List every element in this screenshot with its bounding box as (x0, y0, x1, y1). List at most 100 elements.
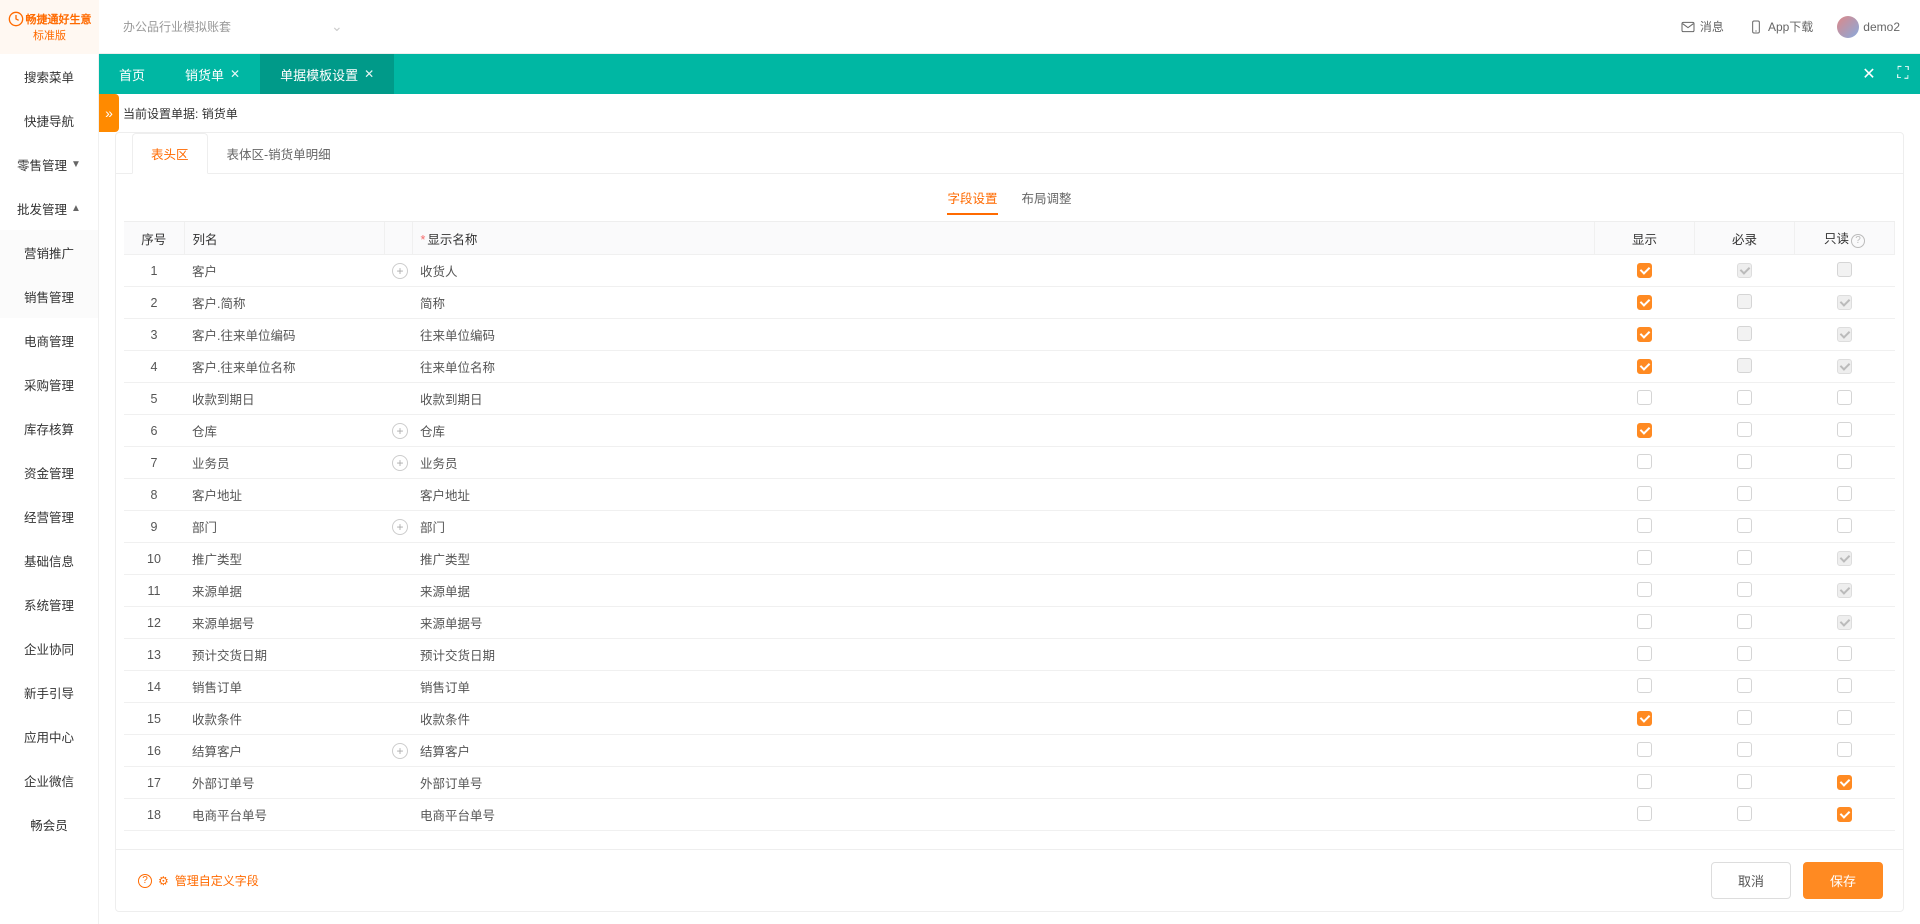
checkbox[interactable] (1637, 327, 1652, 342)
fields-table[interactable]: 序号 列名 *显示名称 显示 必录 只读? 1客户+收货人2客户.简称简称3客户… (124, 221, 1895, 849)
close-all-tabs-button[interactable]: ✕ (1852, 64, 1886, 84)
cell-display-name[interactable]: 推广类型 (412, 543, 1595, 575)
checkbox[interactable] (1737, 582, 1752, 597)
cell-display-name[interactable]: 简称 (412, 287, 1595, 319)
checkbox[interactable] (1637, 550, 1652, 565)
checkbox[interactable] (1737, 742, 1752, 757)
checkbox[interactable] (1637, 646, 1652, 661)
sidebar-item[interactable]: 基础信息 (0, 538, 98, 582)
checkbox[interactable] (1837, 486, 1852, 501)
checkbox[interactable] (1737, 518, 1752, 533)
plus-icon[interactable]: + (392, 455, 408, 471)
sidebar-item[interactable]: 快捷导航 (0, 98, 98, 142)
sidebar-item[interactable]: 新手引导 (0, 670, 98, 714)
app-download-button[interactable]: App下载 (1748, 18, 1813, 35)
cell-display-name[interactable]: 仓库 (412, 415, 1595, 447)
checkbox[interactable] (1637, 359, 1652, 374)
help-icon[interactable]: ? (1851, 234, 1865, 248)
region-tab[interactable]: 表头区 (132, 133, 208, 174)
expand-context-button[interactable]: » (99, 94, 119, 132)
checkbox[interactable] (1837, 678, 1852, 693)
account-selector[interactable]: 办公品行业模拟账套 ⌄ (123, 18, 343, 35)
fullscreen-button[interactable]: ⛶ (1886, 65, 1920, 83)
cell-display-name[interactable]: 结算客户 (412, 735, 1595, 767)
cell-display-name[interactable]: 收款到期日 (412, 383, 1595, 415)
checkbox[interactable] (1837, 390, 1852, 405)
sidebar-item[interactable]: 应用中心 (0, 714, 98, 758)
sidebar-item[interactable]: 企业协同 (0, 626, 98, 670)
cell-display-name[interactable]: 来源单据 (412, 575, 1595, 607)
sidebar-item[interactable]: 系统管理 (0, 582, 98, 626)
checkbox[interactable] (1637, 390, 1652, 405)
sidebar-item[interactable]: 经营管理 (0, 494, 98, 538)
checkbox[interactable] (1637, 263, 1652, 278)
cell-display-name[interactable]: 预计交货日期 (412, 639, 1595, 671)
sidebar-subitem[interactable]: 营销推广 (0, 230, 98, 274)
checkbox[interactable] (1837, 422, 1852, 437)
sidebar-item[interactable]: 搜索菜单 (0, 54, 98, 98)
checkbox[interactable] (1837, 710, 1852, 725)
checkbox[interactable] (1737, 422, 1752, 437)
checkbox[interactable] (1837, 646, 1852, 661)
checkbox[interactable] (1637, 518, 1652, 533)
cell-display-name[interactable]: 外部订单号 (412, 767, 1595, 799)
cell-display-name[interactable]: 销售订单 (412, 671, 1595, 703)
checkbox[interactable] (1637, 806, 1652, 821)
checkbox[interactable] (1637, 774, 1652, 789)
checkbox[interactable] (1637, 582, 1652, 597)
cell-display-name[interactable]: 部门 (412, 511, 1595, 543)
checkbox[interactable] (1737, 710, 1752, 725)
checkbox[interactable] (1637, 295, 1652, 310)
close-icon[interactable]: ✕ (364, 67, 374, 81)
sub-tab[interactable]: 字段设置 (947, 188, 997, 215)
checkbox[interactable] (1737, 646, 1752, 661)
sidebar-subitem[interactable]: 销售管理 (0, 274, 98, 318)
plus-icon[interactable]: + (392, 519, 408, 535)
checkbox[interactable] (1737, 678, 1752, 693)
checkbox[interactable] (1637, 454, 1652, 469)
app-tab[interactable]: 单据模板设置✕ (260, 54, 394, 94)
checkbox[interactable] (1737, 614, 1752, 629)
cell-display-name[interactable]: 收款条件 (412, 703, 1595, 735)
cell-display-name[interactable]: 客户地址 (412, 479, 1595, 511)
app-tab[interactable]: 销货单✕ (165, 54, 260, 94)
plus-icon[interactable]: + (392, 423, 408, 439)
checkbox[interactable] (1837, 518, 1852, 533)
checkbox[interactable] (1737, 486, 1752, 501)
sidebar-item[interactable]: 零售管理▼ (0, 142, 98, 186)
cell-display-name[interactable]: 收货人 (412, 255, 1595, 287)
region-tab[interactable]: 表体区-销货单明细 (208, 133, 350, 174)
checkbox[interactable] (1737, 454, 1752, 469)
close-icon[interactable]: ✕ (230, 67, 240, 81)
checkbox[interactable] (1737, 774, 1752, 789)
checkbox[interactable] (1637, 678, 1652, 693)
cell-display-name[interactable]: 往来单位名称 (412, 351, 1595, 383)
checkbox[interactable] (1837, 807, 1852, 822)
checkbox[interactable] (1737, 806, 1752, 821)
checkbox[interactable] (1637, 742, 1652, 757)
sidebar-item[interactable]: 企业微信 (0, 758, 98, 802)
checkbox[interactable] (1737, 390, 1752, 405)
sidebar-item[interactable]: 畅会员 (0, 802, 98, 846)
app-tab[interactable]: 首页 (99, 54, 165, 94)
checkbox[interactable] (1737, 550, 1752, 565)
checkbox[interactable] (1637, 711, 1652, 726)
checkbox[interactable] (1837, 775, 1852, 790)
save-button[interactable]: 保存 (1803, 862, 1883, 899)
messages-button[interactable]: 消息 (1680, 18, 1724, 35)
cell-display-name[interactable]: 业务员 (412, 447, 1595, 479)
checkbox[interactable] (1637, 486, 1652, 501)
sidebar-item[interactable]: 资金管理 (0, 450, 98, 494)
sub-tab[interactable]: 布局调整 (1022, 188, 1072, 215)
checkbox[interactable] (1637, 423, 1652, 438)
plus-icon[interactable]: + (392, 743, 408, 759)
sidebar-item[interactable]: 采购管理 (0, 362, 98, 406)
sidebar-item[interactable]: 电商管理 (0, 318, 98, 362)
checkbox[interactable] (1837, 742, 1852, 757)
checkbox[interactable] (1837, 454, 1852, 469)
plus-icon[interactable]: + (392, 263, 408, 279)
user-menu[interactable]: demo2 (1837, 16, 1900, 38)
sidebar-item[interactable]: 库存核算 (0, 406, 98, 450)
cell-display-name[interactable]: 电商平台单号 (412, 799, 1595, 831)
checkbox[interactable] (1637, 614, 1652, 629)
